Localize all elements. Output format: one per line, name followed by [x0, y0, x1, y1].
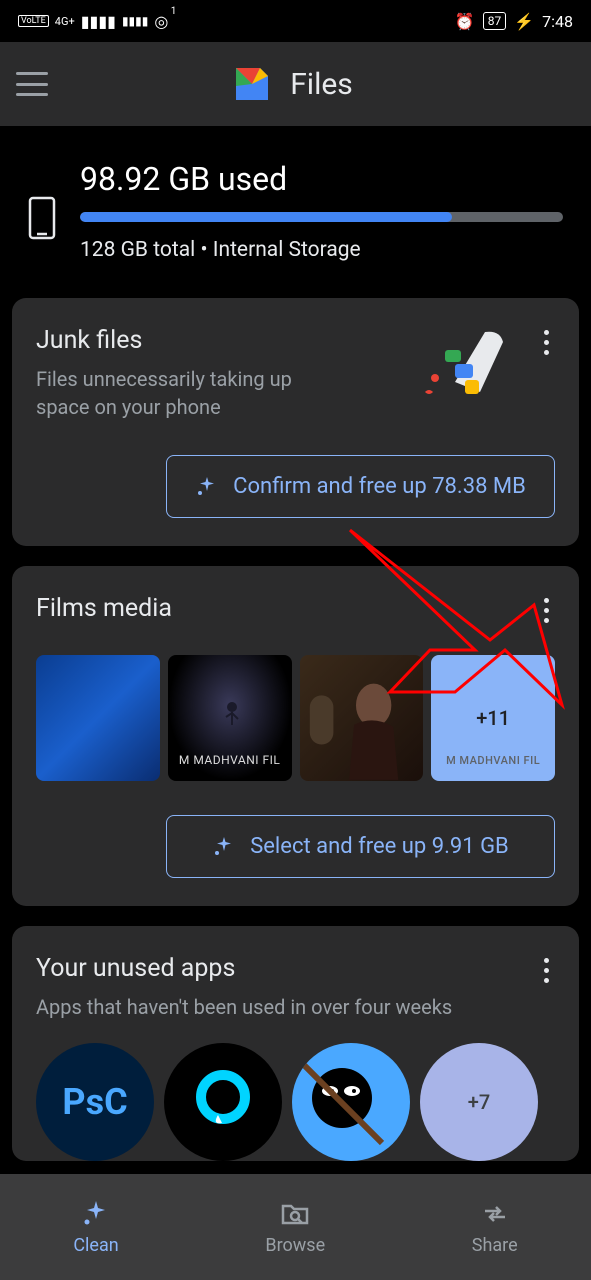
select-free-label: Select and free up 9.91 GB: [250, 834, 509, 859]
card-header: Films media: [36, 594, 555, 633]
apps-subtitle: Apps that haven't been used in over four…: [36, 993, 476, 1021]
apps-row: PsC +7: [36, 1043, 555, 1161]
clock-time: 7:48: [542, 12, 573, 31]
files-logo-icon: [230, 62, 274, 106]
card-header: Junk files Files unnecessarily taking up…: [36, 326, 555, 421]
volte-icon: VoLTE: [18, 15, 49, 27]
app-more[interactable]: +7: [420, 1043, 538, 1161]
alarm-icon: ⏰: [455, 12, 475, 31]
storage-used-label: 98.92 GB used: [80, 160, 563, 198]
thumb-2-label: M MADHVANI FIL: [168, 753, 292, 767]
confirm-free-button[interactable]: Confirm and free up 78.38 MB: [166, 455, 555, 518]
nav-browse[interactable]: Browse: [265, 1199, 325, 1256]
network-4g-icon: 4G+: [55, 15, 75, 28]
sparkle-icon: [212, 835, 236, 859]
storage-total-label: 128 GB total • Internal Storage: [80, 238, 563, 262]
hotspot-icon: ◎1: [154, 12, 168, 31]
status-bar: VoLTE 4G+ ▮▮▮▮ ▮▮▮▮ ◎1 ⏰ 87 ⚡ 7:48: [0, 0, 591, 42]
app-header: Files: [0, 42, 591, 126]
app-title: Files: [290, 67, 353, 102]
apps-menu-button[interactable]: [537, 958, 555, 983]
app-psc[interactable]: PsC: [36, 1043, 154, 1161]
sparkle-icon: [195, 475, 219, 499]
storage-info: 98.92 GB used 128 GB total • Internal St…: [80, 160, 563, 262]
share-icon: [480, 1199, 510, 1229]
confirm-free-label: Confirm and free up 78.38 MB: [233, 474, 526, 499]
films-title: Films media: [36, 594, 555, 623]
status-left: VoLTE 4G+ ▮▮▮▮ ▮▮▮▮ ◎1: [18, 12, 168, 31]
nav-share-label: Share: [472, 1235, 518, 1256]
junk-menu-button[interactable]: [537, 330, 555, 355]
junk-files-card: Junk files Files unnecessarily taking up…: [12, 298, 579, 546]
status-right: ⏰ 87 ⚡ 7:48: [455, 12, 573, 31]
app-title-wrap: Files: [8, 62, 575, 106]
card-header: Your unused apps Apps that haven't been …: [36, 954, 555, 1021]
storage-summary: 98.92 GB used 128 GB total • Internal St…: [0, 126, 591, 298]
film-thumb-3[interactable]: [300, 655, 424, 781]
film-thumb-1[interactable]: [36, 655, 160, 781]
app-2[interactable]: [164, 1043, 282, 1161]
film-thumb-2[interactable]: M MADHVANI FIL: [168, 655, 292, 781]
battery-icon: 87: [483, 12, 507, 30]
junk-subtitle: Files unnecessarily taking up space on y…: [36, 365, 346, 421]
film-thumb-more[interactable]: +11 M MADHVANI FIL: [431, 655, 555, 781]
nav-clean[interactable]: Clean: [73, 1199, 118, 1256]
sparkle-icon: [81, 1199, 111, 1229]
select-free-button[interactable]: Select and free up 9.91 GB: [166, 815, 555, 878]
charging-icon: ⚡: [514, 12, 534, 31]
signal-icon: ▮▮▮▮: [81, 12, 116, 31]
more-count: +11: [476, 706, 510, 730]
nav-clean-label: Clean: [73, 1235, 118, 1256]
folder-search-icon: [280, 1199, 310, 1229]
nav-share[interactable]: Share: [472, 1199, 518, 1256]
app-3[interactable]: [292, 1043, 410, 1161]
films-menu-button[interactable]: [537, 598, 555, 623]
films-media-card: Films media M MADHVANI FIL +11 M MADHVAN…: [12, 566, 579, 906]
storage-progress: [80, 212, 563, 222]
apps-title: Your unused apps: [36, 954, 555, 983]
unused-apps-card: Your unused apps Apps that haven't been …: [12, 926, 579, 1161]
films-thumbnails: M MADHVANI FIL +11 M MADHVANI FIL: [36, 655, 555, 781]
broom-icon: [415, 322, 515, 412]
storage-progress-fill: [80, 212, 452, 222]
signal-icon-2: ▮▮▮▮: [122, 14, 148, 28]
phone-icon: [28, 196, 56, 240]
thumb-4-label: M MADHVANI FIL: [431, 754, 555, 767]
nav-browse-label: Browse: [265, 1235, 325, 1256]
bottom-nav: Clean Browse Share: [0, 1174, 591, 1280]
